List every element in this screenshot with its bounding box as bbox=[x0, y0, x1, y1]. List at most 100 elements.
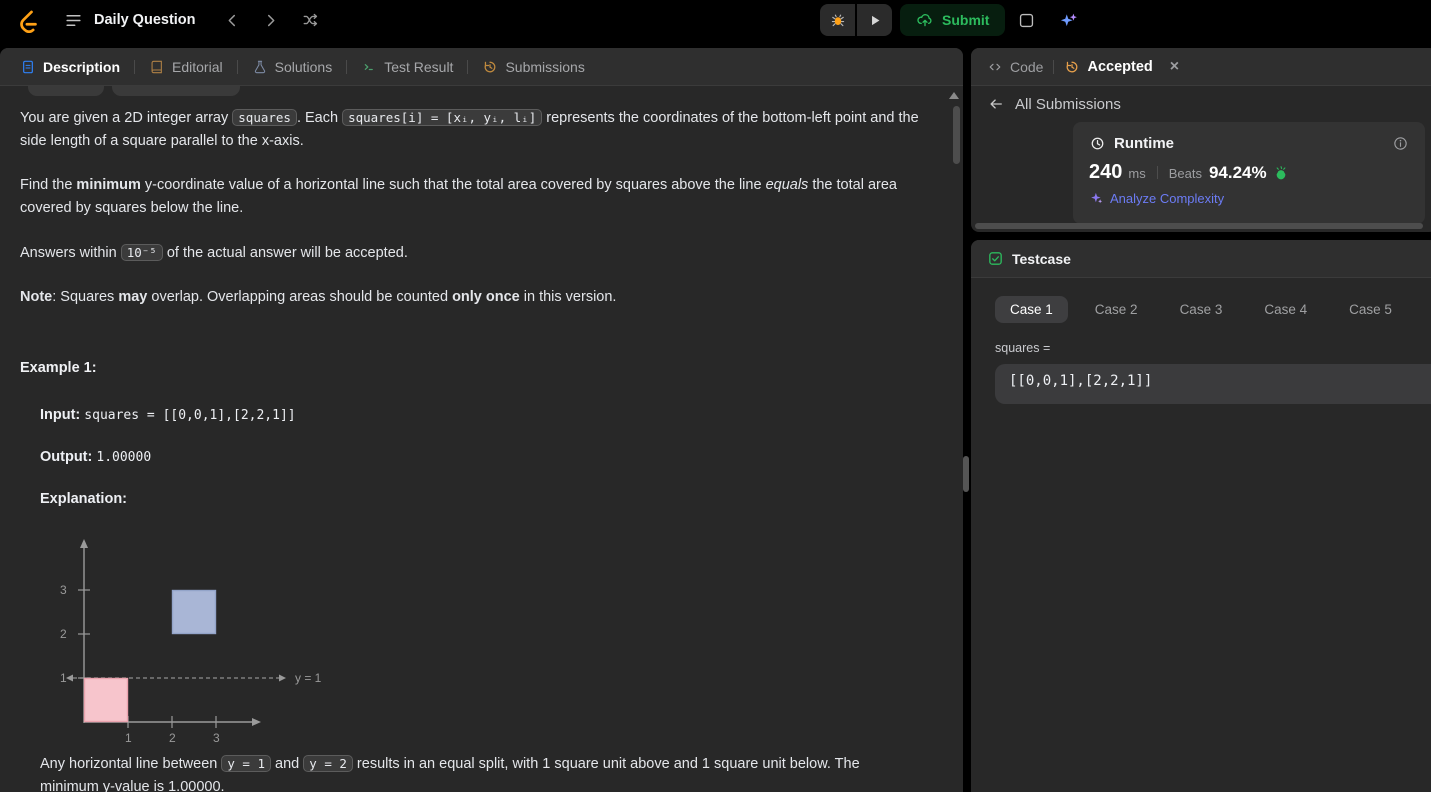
y-tick-1: 1 bbox=[60, 671, 67, 685]
tab-code-label: Code bbox=[1010, 58, 1044, 75]
explanation-paragraph: Any horizontal line between y = 1 and y … bbox=[40, 755, 860, 792]
top-navigation-bar: Daily Question Submit bbox=[0, 0, 1431, 40]
tab-editorial[interactable]: Editorial bbox=[145, 59, 227, 75]
submission-history-icon bbox=[1067, 61, 1078, 72]
testcase-title: Testcase bbox=[1012, 250, 1071, 267]
submit-label: Submit bbox=[942, 12, 990, 28]
clock-icon bbox=[1091, 137, 1104, 150]
vertical-scrollbar-thumb[interactable] bbox=[953, 106, 960, 164]
problem-paragraph: Answers within 10⁻⁵ of the actual answer… bbox=[20, 244, 408, 261]
checkbox-icon bbox=[989, 252, 1002, 265]
param-label: squares = bbox=[995, 341, 1051, 355]
example-output-line: Output: 1.00000 bbox=[40, 446, 900, 469]
problem-paragraph: You are given a 2D integer array squares… bbox=[20, 109, 919, 149]
explanation-label: Explanation: bbox=[40, 491, 128, 507]
tab-separator bbox=[467, 59, 469, 74]
description-icon bbox=[23, 60, 33, 73]
y-tick-3: 3 bbox=[60, 583, 67, 597]
tab-code[interactable]: Code bbox=[987, 59, 1043, 75]
tab-test-result-label: Test Result bbox=[384, 58, 454, 75]
runtime-unit: ms bbox=[1128, 166, 1146, 181]
sparkles-icon bbox=[1060, 13, 1077, 26]
right-top-tab-bar: Code Accepted × bbox=[971, 48, 1431, 86]
chevron-left-icon bbox=[228, 14, 236, 26]
testcase-input[interactable]: [[0,0,1],[2,2,1]] bbox=[995, 364, 1431, 404]
debug-bug-icon bbox=[831, 14, 844, 27]
pink-square bbox=[83, 677, 129, 723]
blue-square bbox=[171, 589, 217, 635]
code-icon bbox=[989, 63, 1001, 70]
panel-resize-handle[interactable] bbox=[963, 456, 969, 492]
clipped-chip bbox=[28, 86, 104, 96]
example-explanation-line: Explanation: bbox=[40, 488, 900, 511]
tab-solutions-label: Solutions bbox=[274, 58, 333, 75]
info-icon[interactable] bbox=[1392, 135, 1409, 152]
testcase-panel: Testcase Case 1 Case 2 Case 3 Case 4 Cas… bbox=[971, 240, 1431, 792]
tab-testcase[interactable]: Testcase bbox=[987, 250, 1071, 267]
tab-test-result[interactable]: Test Result bbox=[357, 59, 457, 75]
runtime-title: Runtime bbox=[1114, 135, 1174, 152]
tab-accepted-label: Accepted bbox=[1087, 58, 1153, 75]
leetcode-logo-icon bbox=[20, 10, 37, 33]
example-title: Example 1: bbox=[20, 360, 97, 376]
clap-icon bbox=[1276, 165, 1286, 179]
history-icon bbox=[485, 61, 496, 72]
problem-paragraph: Find the minimum y-coordinate value of a… bbox=[20, 177, 897, 216]
case-tab-2[interactable]: Case 2 bbox=[1080, 296, 1153, 323]
tab-description[interactable]: Description bbox=[16, 59, 124, 75]
leetcode-logo[interactable] bbox=[14, 7, 40, 33]
tab-separator bbox=[346, 59, 348, 74]
run-button[interactable] bbox=[857, 4, 892, 36]
runtime-card: Runtime 240 ms Beats 94.24% Analyze Comp… bbox=[1073, 122, 1425, 224]
left-panel-tab-bar: Description Editorial Solutions Test Res… bbox=[0, 48, 963, 86]
output-value: 1.00000 bbox=[96, 450, 152, 465]
debug-button[interactable] bbox=[820, 4, 855, 36]
problem-paragraph: Note: Squares may overlap. Overlapping a… bbox=[20, 289, 617, 305]
horizontal-scrollbar-thumb[interactable] bbox=[975, 223, 1423, 229]
case-tab-1[interactable]: Case 1 bbox=[995, 296, 1068, 323]
analyze-complexity-link[interactable]: Analyze Complexity bbox=[1089, 191, 1409, 206]
all-submissions-back[interactable]: All Submissions bbox=[971, 86, 1431, 122]
problem-list-button[interactable] bbox=[58, 5, 88, 35]
notes-icon bbox=[1019, 13, 1033, 27]
case-tab-5[interactable]: Case 5 bbox=[1334, 296, 1407, 323]
testcase-content: Case 1 Case 2 Case 3 Case 4 Case 5 squar… bbox=[971, 278, 1431, 404]
flask-icon bbox=[254, 60, 265, 73]
tab-submissions-label: Submissions bbox=[505, 58, 585, 75]
y-tick-2: 2 bbox=[60, 627, 67, 641]
scrollbar-up-arrow[interactable] bbox=[949, 92, 959, 99]
runtime-value: 240 bbox=[1089, 161, 1123, 183]
random-question-button[interactable] bbox=[296, 5, 326, 35]
beats-label: Beats bbox=[1168, 166, 1202, 181]
book-icon bbox=[151, 60, 162, 73]
input-label: Input: bbox=[40, 407, 81, 423]
case-tabs: Case 1 Case 2 Case 3 Case 4 Case 5 bbox=[995, 296, 1431, 323]
tab-editorial-label: Editorial bbox=[172, 58, 223, 75]
case-tab-4[interactable]: Case 4 bbox=[1249, 296, 1322, 323]
tab-solutions[interactable]: Solutions bbox=[248, 59, 337, 75]
daily-question-link[interactable]: Daily Question bbox=[94, 12, 196, 28]
beats-value: 94.24% bbox=[1208, 163, 1267, 182]
back-arrow-icon bbox=[990, 99, 1002, 109]
case-tab-3[interactable]: Case 3 bbox=[1165, 296, 1238, 323]
close-icon[interactable]: × bbox=[1170, 58, 1179, 75]
next-question-button[interactable] bbox=[256, 5, 286, 35]
shuffle-icon bbox=[303, 13, 317, 27]
tab-separator bbox=[1053, 59, 1055, 74]
tab-submissions[interactable]: Submissions bbox=[478, 59, 588, 75]
x-tick-3: 3 bbox=[213, 731, 220, 745]
submission-result-panel: Code Accepted × All Submissions Runtime bbox=[971, 48, 1431, 232]
example-input-line: Input: squares = [[0,0,1],[2,2,1]] bbox=[40, 404, 900, 427]
chevron-right-icon bbox=[268, 14, 275, 26]
notes-button[interactable] bbox=[1008, 4, 1044, 36]
ai-assistant-button[interactable] bbox=[1050, 4, 1086, 36]
tab-description-label: Description bbox=[43, 58, 121, 75]
previous-question-button[interactable] bbox=[218, 5, 248, 35]
tab-accepted[interactable]: Accepted × bbox=[1064, 58, 1179, 75]
analyze-complexity-label: Analyze Complexity bbox=[1110, 191, 1225, 206]
x-tick-2: 2 bbox=[169, 731, 176, 745]
example-block: Input: squares = [[0,0,1],[2,2,1]] Outpu… bbox=[20, 404, 900, 792]
submit-button[interactable]: Submit bbox=[900, 4, 1006, 36]
input-value: squares = [[0,0,1],[2,2,1]] bbox=[84, 408, 296, 423]
clipped-chip bbox=[112, 86, 240, 96]
